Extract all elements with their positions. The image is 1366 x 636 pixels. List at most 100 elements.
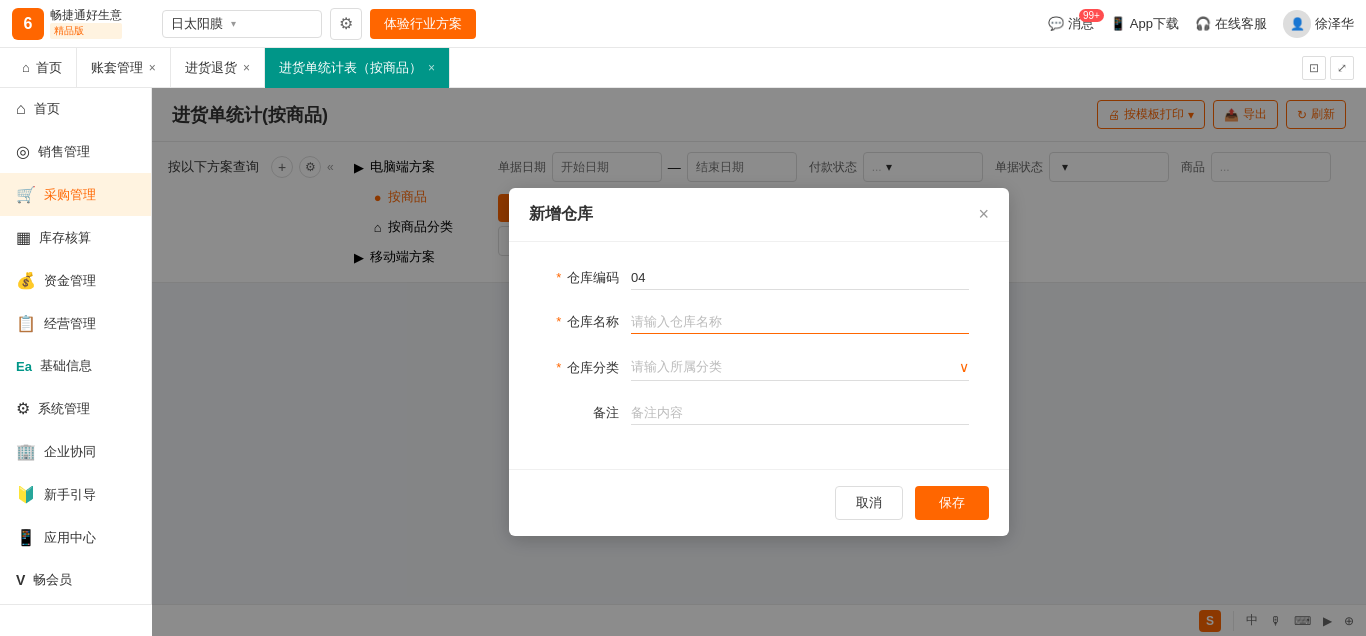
search-dropdown-arrow: ▾ (231, 18, 236, 29)
form-row-name: * 仓库名称 (549, 310, 969, 334)
content-area: 进货单统计(按商品) 🖨 按模板打印 ▾ 📤 导出 ↻ 刷新 按以下方案查询 (152, 88, 1366, 636)
category-select[interactable]: 请输入所属分类 ∨ (631, 354, 969, 381)
dialog-header: 新增仓库 × (509, 188, 1009, 242)
save-button[interactable]: 保存 (915, 486, 989, 520)
top-header: 6 畅捷通好生意 精品版 日太阳膜 ▾ ⚙ 体验行业方案 💬 消息 99+ 📱 … (0, 0, 1366, 48)
tab-home[interactable]: ⌂ 首页 (8, 48, 77, 88)
finance-icon: 💰 (16, 271, 36, 290)
sidebar-item-system[interactable]: ⚙ 系统管理 (0, 387, 151, 430)
dialog-body: * 仓库编码 * 仓库名称 (509, 242, 1009, 469)
dialog-footer: 取消 保存 (509, 469, 1009, 536)
app-download-item[interactable]: 📱 App下载 (1110, 15, 1179, 33)
tab-purchase-return-label: 进货退货 (185, 59, 237, 77)
code-label: * 仓库编码 (549, 269, 619, 287)
new-warehouse-dialog: 新增仓库 × * 仓库编码 * (509, 188, 1009, 536)
sidebar-home-label: 首页 (34, 100, 60, 118)
sidebar-membership-label: 畅会员 (33, 571, 72, 589)
form-row-category: * 仓库分类 请输入所属分类 ∨ (549, 354, 969, 381)
sidebar-item-basic-info[interactable]: Ea 基础信息 (0, 345, 151, 387)
inventory-icon: ▦ (16, 228, 31, 247)
customer-service-label: 在线客服 (1215, 15, 1267, 33)
sidebar-item-sales[interactable]: ◎ 销售管理 (0, 130, 151, 173)
sidebar-system-label: 系统管理 (38, 400, 90, 418)
sidebar-item-enterprise[interactable]: 🏢 企业协同 (0, 430, 151, 473)
gear-button[interactable]: ⚙ (330, 8, 362, 40)
search-value: 日太阳膜 (171, 15, 223, 33)
header-right: 💬 消息 99+ 📱 App下载 🎧 在线客服 👤 徐泽华 (1048, 10, 1354, 38)
tab-purchase-return-close[interactable]: × (243, 61, 250, 75)
sidebar-inventory-label: 库存核算 (39, 229, 91, 247)
app-logo: 6 (12, 8, 44, 40)
operations-icon: 📋 (16, 314, 36, 333)
category-arrow: ∨ (959, 359, 969, 375)
phone-icon: 📱 (1110, 16, 1126, 31)
membership-icon: V (16, 572, 25, 588)
sidebar-item-operations[interactable]: 📋 经营管理 (0, 302, 151, 345)
purchase-icon: 🛒 (16, 185, 36, 204)
form-row-note: 备注 (549, 401, 969, 425)
tab-controls: ⊡ ⤢ (1302, 56, 1358, 80)
username: 徐泽华 (1315, 15, 1354, 33)
user-item[interactable]: 👤 徐泽华 (1283, 10, 1354, 38)
category-label: * 仓库分类 (549, 359, 619, 377)
tab-account-label: 账套管理 (91, 59, 143, 77)
tab-account-close[interactable]: × (149, 61, 156, 75)
dialog-title: 新增仓库 (529, 204, 593, 225)
tab-purchase-stats-label: 进货单统计表（按商品） (279, 59, 422, 77)
home-icon: ⌂ (22, 60, 30, 75)
brand-badge: 精品版 (50, 23, 122, 39)
sidebar-item-home[interactable]: ⌂ 首页 (0, 88, 151, 130)
required-star-name: * (556, 314, 561, 329)
sidebar-item-inventory[interactable]: ▦ 库存核算 (0, 216, 151, 259)
category-placeholder: 请输入所属分类 (631, 358, 722, 376)
apps-icon: 📱 (16, 528, 36, 547)
sidebar-basic-info-label: 基础信息 (40, 357, 92, 375)
header-search-area: 日太阳膜 ▾ ⚙ 体验行业方案 (162, 8, 1048, 40)
tab-expand-btn[interactable]: ⤢ (1330, 56, 1354, 80)
tab-purchase-return[interactable]: 进货退货 × (171, 48, 265, 88)
app-download-label: App下载 (1130, 15, 1179, 33)
required-star-category: * (556, 360, 561, 375)
cancel-button[interactable]: 取消 (835, 486, 903, 520)
guide-icon: 🔰 (16, 485, 36, 504)
main-layout: ⌂ 首页 ◎ 销售管理 🛒 采购管理 ▦ 库存核算 💰 资金管理 📋 经营管理 … (0, 88, 1366, 636)
brand-info: 畅捷通好生意 精品版 (50, 8, 122, 40)
code-input[interactable] (631, 266, 969, 290)
sidebar-item-purchase[interactable]: 🛒 采购管理 (0, 173, 151, 216)
search-dropdown[interactable]: 日太阳膜 ▾ (162, 10, 322, 38)
tab-home-label: 首页 (36, 59, 62, 77)
logo-area: 6 畅捷通好生意 精品版 (12, 8, 162, 40)
sidebar-item-apps[interactable]: 📱 应用中心 (0, 516, 151, 559)
required-star-code: * (556, 270, 561, 285)
sidebar-item-finance[interactable]: 💰 资金管理 (0, 259, 151, 302)
customer-service-item[interactable]: 🎧 在线客服 (1195, 15, 1267, 33)
sidebar-guide-label: 新手引导 (44, 486, 96, 504)
tab-purchase-stats-close[interactable]: × (428, 61, 435, 75)
tab-bar: ⌂ 首页 账套管理 × 进货退货 × 进货单统计表（按商品） × ⊡ ⤢ (0, 48, 1366, 88)
sales-icon: ◎ (16, 142, 30, 161)
experience-button[interactable]: 体验行业方案 (370, 9, 476, 39)
tab-purchase-stats[interactable]: 进货单统计表（按商品） × (265, 48, 450, 88)
form-row-code: * 仓库编码 (549, 266, 969, 290)
brand-name: 畅捷通好生意 (50, 8, 122, 24)
message-icon: 💬 (1048, 16, 1064, 31)
sidebar-sales-label: 销售管理 (38, 143, 90, 161)
headset-icon: 🎧 (1195, 16, 1211, 31)
notification-badge: 99+ (1079, 9, 1104, 22)
sidebar-operations-label: 经营管理 (44, 315, 96, 333)
note-label: 备注 (549, 404, 619, 422)
sidebar-finance-label: 资金管理 (44, 272, 96, 290)
sidebar-item-membership[interactable]: V 畅会员 (0, 559, 151, 601)
home-sidebar-icon: ⌂ (16, 100, 26, 118)
tab-account[interactable]: 账套管理 × (77, 48, 171, 88)
avatar: 👤 (1283, 10, 1311, 38)
notification-item[interactable]: 💬 消息 99+ (1048, 15, 1094, 33)
dialog-overlay[interactable]: 新增仓库 × * 仓库编码 * (152, 88, 1366, 636)
dialog-close-button[interactable]: × (978, 204, 989, 225)
tab-restore-btn[interactable]: ⊡ (1302, 56, 1326, 80)
sidebar-enterprise-label: 企业协同 (44, 443, 96, 461)
name-input[interactable] (631, 310, 969, 334)
name-label: * 仓库名称 (549, 313, 619, 331)
note-input[interactable] (631, 401, 969, 425)
sidebar-item-guide[interactable]: 🔰 新手引导 (0, 473, 151, 516)
